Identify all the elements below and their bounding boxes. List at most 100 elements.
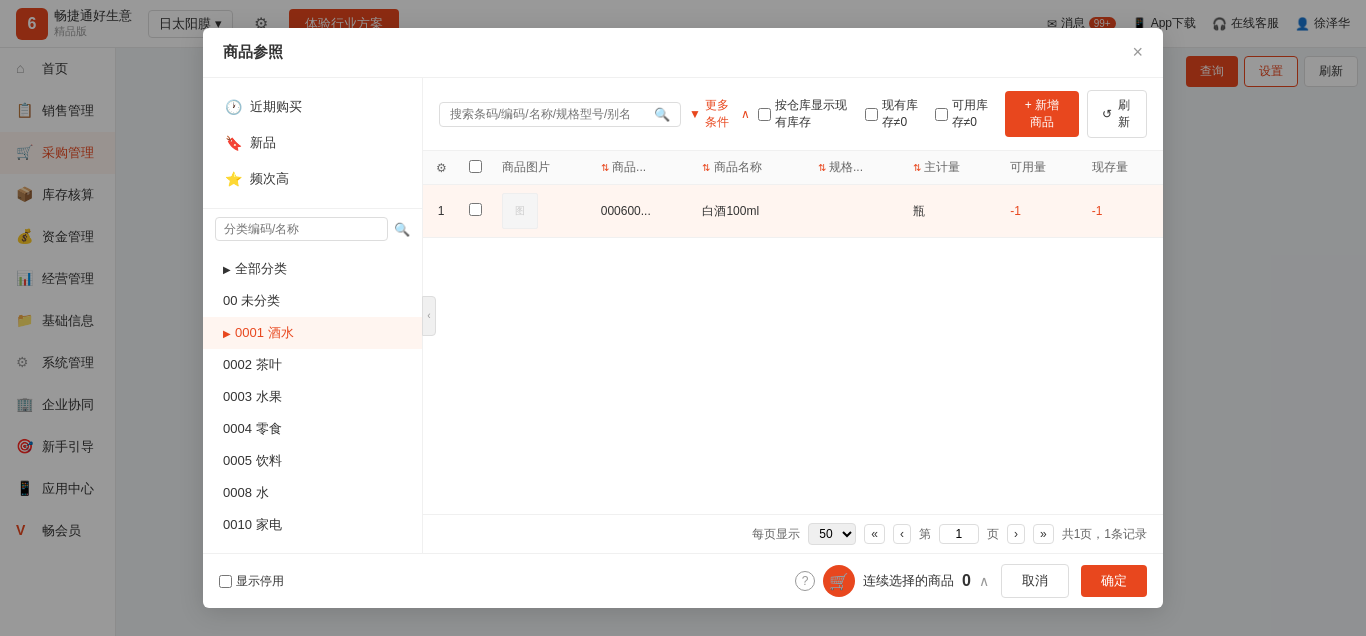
th-settings[interactable]: ⚙ xyxy=(423,151,459,185)
cart-collapse-icon[interactable]: ∧ xyxy=(979,573,989,589)
modal-body: 🕐 近期购买 🔖 新品 ⭐ 频次高 🔍 xyxy=(203,78,1163,553)
modal-close-button[interactable]: × xyxy=(1132,42,1143,63)
product-reference-modal: 商品参照 × 🕐 近期购买 🔖 新品 ⭐ 频次高 xyxy=(203,28,1163,608)
clock-icon: 🕐 xyxy=(225,99,242,115)
page-input[interactable] xyxy=(939,524,979,544)
stock-ne0-checkbox[interactable] xyxy=(865,108,878,121)
sort-name-icon[interactable]: ⇅ xyxy=(702,162,710,173)
cell-image: 图 xyxy=(492,185,591,238)
cell-checkbox[interactable] xyxy=(459,185,492,238)
cart-text: 连续选择的商品 xyxy=(863,572,954,590)
cat-label-0004: 0004 零食 xyxy=(223,420,282,438)
category-search-input[interactable] xyxy=(215,217,388,241)
cell-stock: -1 xyxy=(1082,185,1163,238)
cat-item-0004[interactable]: 0004 零食 xyxy=(203,413,422,445)
table-header-row: ⚙ 商品图片 ⇅ 商品... ⇅ 商品名称 xyxy=(423,151,1163,185)
category-search: 🔍 xyxy=(203,209,422,249)
cancel-button[interactable]: 取消 xyxy=(1001,564,1069,598)
th-image: 商品图片 xyxy=(492,151,591,185)
product-image: 图 xyxy=(502,193,538,229)
th-checkbox[interactable] xyxy=(459,151,492,185)
product-table: ⚙ 商品图片 ⇅ 商品... ⇅ 商品名称 xyxy=(423,151,1163,238)
cat-item-0003[interactable]: 0003 水果 xyxy=(203,381,422,413)
stock-ne0-filter[interactable]: 现有库存≠0 xyxy=(865,97,927,131)
cell-spec xyxy=(808,185,903,238)
filter-icon: ▼ xyxy=(689,107,701,121)
new-product-button[interactable]: + 新增商品 xyxy=(1005,91,1079,137)
select-all-checkbox[interactable] xyxy=(469,160,482,173)
tab-new[interactable]: 🔖 新品 xyxy=(215,126,410,160)
cell-name: 白酒100ml xyxy=(692,185,807,238)
confirm-button[interactable]: 确定 xyxy=(1081,565,1147,597)
cat-label-0002: 0002 茶叶 xyxy=(223,356,282,374)
cell-unit: 瓶 xyxy=(903,185,1001,238)
cat-label-0008: 0008 水 xyxy=(223,484,269,502)
cat-item-00[interactable]: 00 未分类 xyxy=(203,285,422,317)
filter-up-icon: ∧ xyxy=(741,107,750,121)
refresh-label: 刷新 xyxy=(1116,97,1132,131)
table-row[interactable]: 1 图 000600... 白酒100ml 瓶 -1 -1 xyxy=(423,185,1163,238)
collapse-panel-button[interactable]: ‹ xyxy=(422,296,436,336)
refresh-icon: ↺ xyxy=(1102,107,1112,121)
product-table-container: ⚙ 商品图片 ⇅ 商品... ⇅ 商品名称 xyxy=(423,151,1163,514)
search-icon[interactable]: 🔍 xyxy=(394,222,410,237)
tab-recent[interactable]: 🕐 近期购买 xyxy=(215,90,410,124)
cat-item-0008[interactable]: 0008 水 xyxy=(203,477,422,509)
th-name: ⇅ 商品名称 xyxy=(692,151,807,185)
sort-code-icon[interactable]: ⇅ xyxy=(601,162,609,173)
th-spec: ⇅ 规格... xyxy=(808,151,903,185)
last-page-button[interactable]: » xyxy=(1033,524,1054,544)
th-code: ⇅ 商品... xyxy=(591,151,693,185)
tab-frequent[interactable]: ⭐ 频次高 xyxy=(215,162,410,196)
modal-toolbar: 🔍 ▼ 更多条件 ∧ 按仓库显示现有库存 现有库存≠0 xyxy=(423,78,1163,151)
modal-overlay: 商品参照 × 🕐 近期购买 🔖 新品 ⭐ 频次高 xyxy=(0,0,1366,636)
product-search-input[interactable] xyxy=(450,107,650,121)
cart-count: 0 xyxy=(962,572,971,590)
th-stock: 现存量 xyxy=(1082,151,1163,185)
more-filter-button[interactable]: ▼ 更多条件 ∧ xyxy=(689,97,750,131)
cat-item-0005[interactable]: 0005 饮料 xyxy=(203,445,422,477)
arrow-active-icon: ▶ xyxy=(223,328,231,339)
cat-item-0010[interactable]: 0010 家电 xyxy=(203,509,422,541)
first-page-button[interactable]: « xyxy=(864,524,885,544)
modal-title: 商品参照 xyxy=(223,43,283,62)
search-submit-icon[interactable]: 🔍 xyxy=(654,107,670,122)
modal-right-panel: 🔍 ▼ 更多条件 ∧ 按仓库显示现有库存 现有库存≠0 xyxy=(423,78,1163,553)
usable-ne0-filter[interactable]: 可用库存≠0 xyxy=(935,97,997,131)
cart-icon[interactable]: 🛒 xyxy=(823,565,855,597)
page-suffix: 页 xyxy=(987,526,999,543)
cat-item-0001[interactable]: ▶ 0001 酒水 xyxy=(203,317,422,349)
prev-page-button[interactable]: ‹ xyxy=(893,524,911,544)
tab-recent-label: 近期购买 xyxy=(250,98,302,116)
cat-label-0003: 0003 水果 xyxy=(223,388,282,406)
page-size-select[interactable]: 50 xyxy=(808,523,856,545)
sort-unit-icon[interactable]: ⇅ xyxy=(913,162,921,173)
cat-label-all: 全部分类 xyxy=(235,260,287,278)
next-page-button[interactable]: › xyxy=(1007,524,1025,544)
cat-label-0005: 0005 饮料 xyxy=(223,452,282,470)
warehouse-label: 按仓库显示现有库存 xyxy=(775,97,857,131)
modal-left-panel: 🕐 近期购买 🔖 新品 ⭐ 频次高 🔍 xyxy=(203,78,423,553)
cat-item-0002[interactable]: 0002 茶叶 xyxy=(203,349,422,381)
cat-label-0010: 0010 家电 xyxy=(223,516,282,534)
usable-ne0-checkbox[interactable] xyxy=(935,108,948,121)
sort-spec-icon[interactable]: ⇅ xyxy=(818,162,826,173)
stock-ne0-label: 现有库存≠0 xyxy=(882,97,927,131)
row-checkbox[interactable] xyxy=(469,203,482,216)
usable-ne0-label: 可用库存≠0 xyxy=(952,97,997,131)
total-label: 共1页，1条记录 xyxy=(1062,526,1147,543)
filter-label: 更多条件 xyxy=(705,97,737,131)
th-usable: 可用量 xyxy=(1000,151,1081,185)
page-label: 第 xyxy=(919,526,931,543)
warehouse-checkbox[interactable] xyxy=(758,108,771,121)
refresh-table-button[interactable]: ↺ 刷新 xyxy=(1087,90,1147,138)
cell-code: 000600... xyxy=(591,185,693,238)
show-disabled-filter[interactable]: 显示停用 xyxy=(219,573,284,590)
cat-item-all[interactable]: ▶ 全部分类 xyxy=(203,253,422,285)
help-icon[interactable]: ? xyxy=(795,571,815,591)
warehouse-filter[interactable]: 按仓库显示现有库存 xyxy=(758,97,857,131)
th-unit: ⇅ 主计量 xyxy=(903,151,1001,185)
new-icon: 🔖 xyxy=(225,135,242,151)
category-list: ▶ 全部分类 00 未分类 ▶ 0001 酒水 0002 茶叶 0003 水果 xyxy=(203,249,422,541)
show-disabled-checkbox[interactable] xyxy=(219,575,232,588)
